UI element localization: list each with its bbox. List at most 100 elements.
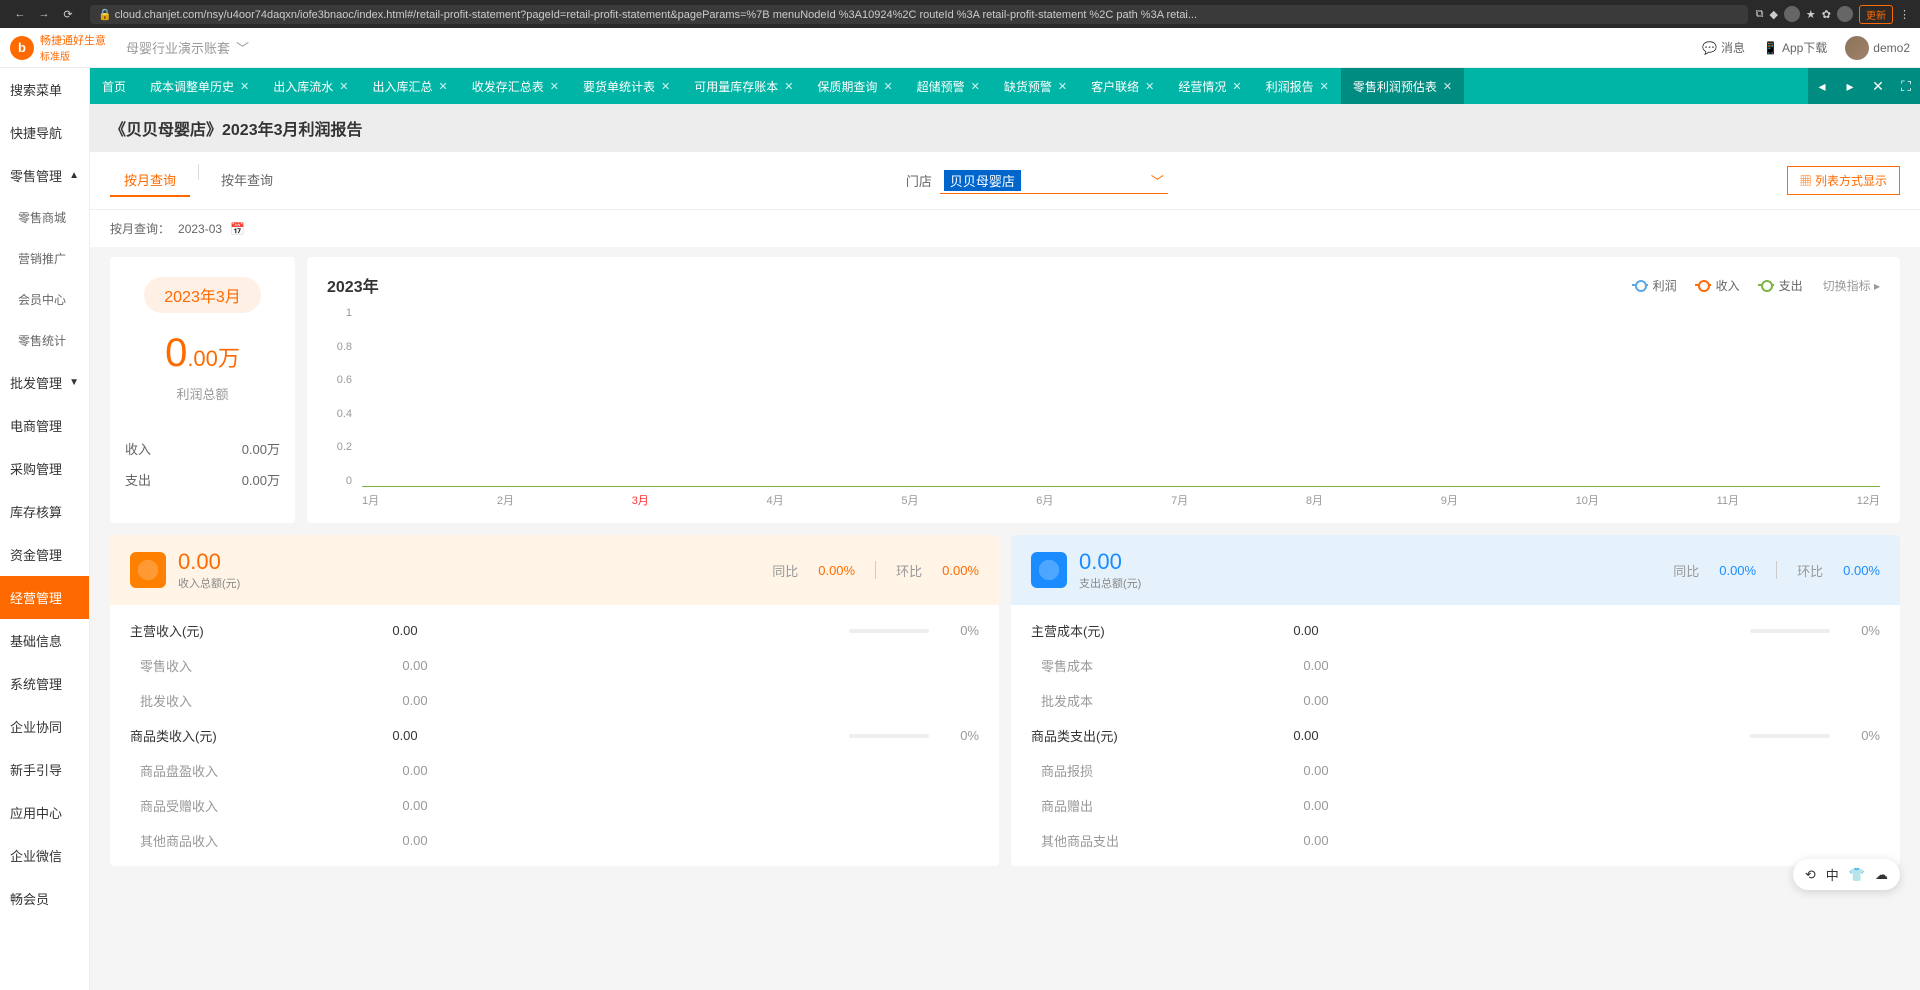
sidebar-item[interactable]: 会员中心: [0, 279, 89, 320]
sidebar-item[interactable]: 零售商城: [0, 197, 89, 238]
detail-row: 商品类收入(元)0.000%: [130, 718, 979, 753]
tab[interactable]: 保质期查询✕: [805, 68, 904, 104]
calendar-icon[interactable]: 📅: [230, 222, 245, 236]
tab[interactable]: 收发存汇总表✕: [460, 68, 571, 104]
sidebar-item[interactable]: 系统管理: [0, 662, 89, 705]
legend-profit[interactable]: 利润: [1632, 277, 1677, 294]
date-filter: 按月查询： 2023-03 📅: [90, 210, 1920, 247]
tab[interactable]: 出入库汇总✕: [360, 68, 459, 104]
float-widget[interactable]: ⟲ 中 👕 ☁: [1793, 859, 1900, 890]
brand-name: 畅捷通好生意: [40, 32, 106, 48]
sidebar-item[interactable]: 零售管理▲: [0, 154, 89, 197]
legend-expense[interactable]: 支出: [1758, 277, 1803, 294]
tab[interactable]: 客户联络✕: [1079, 68, 1166, 104]
sidebar-item[interactable]: 应用中心: [0, 791, 89, 834]
profit-amount: 0.00万: [125, 331, 280, 376]
tabs-close-button[interactable]: ✕: [1864, 68, 1892, 104]
tab[interactable]: 零售利润预估表✕: [1341, 68, 1464, 104]
tab[interactable]: 经营情况✕: [1166, 68, 1253, 104]
shirt-icon[interactable]: 👕: [1849, 867, 1865, 883]
expense-card: 0.00 支出总额(元) 同比 0.00% 环比 0.00% 主营成本(元)0.…: [1011, 535, 1900, 866]
date-value[interactable]: 2023-03: [178, 222, 222, 236]
tab[interactable]: 首页: [90, 68, 138, 104]
expense-amount: 0.00: [1079, 549, 1141, 575]
menu-icon[interactable]: ⋮: [1899, 8, 1910, 21]
tab[interactable]: 超储预警✕: [905, 68, 992, 104]
extension-icon[interactable]: ★: [1806, 8, 1816, 21]
tabs-prev-button[interactable]: ◂: [1808, 68, 1836, 104]
back-button[interactable]: ←: [10, 4, 30, 24]
sidebar-item[interactable]: 电商管理: [0, 404, 89, 447]
period-badge: 2023年3月: [144, 277, 261, 313]
close-icon[interactable]: ✕: [439, 80, 448, 93]
extension-icon[interactable]: ✿: [1822, 8, 1831, 21]
browser-chrome: ← → ⟳ 🔒 cloud.chanjet.com/nsy/u4oor74daq…: [0, 0, 1920, 28]
sidebar-item[interactable]: 零售统计: [0, 320, 89, 361]
detail-row: 其他商品收入0.00: [130, 823, 979, 858]
user-menu[interactable]: demo2: [1845, 36, 1910, 60]
reload-button[interactable]: ⟳: [58, 4, 78, 24]
chevron-down-icon: ﹀: [236, 38, 249, 57]
sidebar-item[interactable]: 营销推广: [0, 238, 89, 279]
filter-monthly-tab[interactable]: 按月查询: [110, 164, 190, 197]
extension-icon[interactable]: ⧉: [1756, 8, 1764, 21]
download-link[interactable]: 📱App下载: [1763, 39, 1827, 56]
sidebar-item[interactable]: 搜索菜单: [0, 68, 89, 111]
detail-row: 主营成本(元)0.000%: [1031, 613, 1880, 648]
sidebar-item[interactable]: 基础信息: [0, 619, 89, 662]
close-icon[interactable]: ✕: [550, 80, 559, 93]
close-icon[interactable]: ✕: [240, 80, 249, 93]
sidebar-item[interactable]: 快捷导航: [0, 111, 89, 154]
store-selector[interactable]: 门店 贝贝母婴店﹀: [906, 168, 1168, 194]
sidebar-item[interactable]: 经营管理: [0, 576, 89, 619]
sidebar-item[interactable]: 企业微信: [0, 834, 89, 877]
logo-icon: b: [10, 36, 34, 60]
close-icon[interactable]: ✕: [339, 80, 348, 93]
profit-label: 利润总额: [125, 384, 280, 403]
account-selector[interactable]: 母婴行业演示账套﹀: [126, 38, 249, 57]
forward-button[interactable]: →: [34, 4, 54, 24]
sidebar-item[interactable]: 采购管理: [0, 447, 89, 490]
sidebar-item[interactable]: 库存核算: [0, 490, 89, 533]
extension-icon[interactable]: [1784, 6, 1800, 22]
close-icon[interactable]: ✕: [1058, 80, 1067, 93]
close-icon[interactable]: ✕: [1145, 80, 1154, 93]
tab[interactable]: 要货单统计表✕: [571, 68, 682, 104]
close-icon[interactable]: ✕: [1320, 80, 1329, 93]
url-bar[interactable]: 🔒 cloud.chanjet.com/nsy/u4oor74daqxn/iof…: [90, 5, 1748, 24]
sidebar-item[interactable]: 企业协同: [0, 705, 89, 748]
tabs-expand-button[interactable]: ⛶: [1892, 68, 1920, 104]
cloud-icon[interactable]: ☁: [1875, 867, 1888, 883]
filter-yearly-tab[interactable]: 按年查询: [207, 164, 287, 197]
extension-icon[interactable]: ◆: [1769, 8, 1777, 21]
close-icon[interactable]: ✕: [883, 80, 892, 93]
list-view-button[interactable]: ▦ 列表方式显示: [1787, 166, 1900, 195]
chart-legend: 利润 收入 支出: [1632, 277, 1803, 294]
tab[interactable]: 出入库流水✕: [261, 68, 360, 104]
close-icon[interactable]: ✕: [661, 80, 670, 93]
expense-icon: [1031, 552, 1067, 588]
sidebar-item[interactable]: 新手引导: [0, 748, 89, 791]
logo[interactable]: b 畅捷通好生意 标准版: [10, 32, 106, 63]
detail-row: 商品赠出0.00: [1031, 788, 1880, 823]
reload-icon[interactable]: ⟲: [1805, 867, 1816, 883]
switch-metric-link[interactable]: 切换指标 ▸: [1823, 277, 1880, 294]
tab[interactable]: 利润报告✕: [1254, 68, 1341, 104]
message-link[interactable]: 💬消息: [1702, 39, 1745, 56]
tab[interactable]: 成本调整单历史✕: [138, 68, 261, 104]
close-icon[interactable]: ✕: [1443, 80, 1452, 93]
sidebar-item[interactable]: 批发管理▼: [0, 361, 89, 404]
message-icon: 💬: [1702, 41, 1717, 55]
sidebar-item[interactable]: 资金管理: [0, 533, 89, 576]
close-icon[interactable]: ✕: [971, 80, 980, 93]
sidebar-item[interactable]: 畅会员: [0, 877, 89, 920]
tabs-next-button[interactable]: ▸: [1836, 68, 1864, 104]
tab[interactable]: 可用量库存账本✕: [682, 68, 805, 104]
tab[interactable]: 缺货预警✕: [992, 68, 1079, 104]
refresh-button[interactable]: 更新: [1859, 5, 1893, 24]
avatar: [1845, 36, 1869, 60]
legend-income[interactable]: 收入: [1695, 277, 1740, 294]
profile-icon[interactable]: [1837, 6, 1853, 22]
close-icon[interactable]: ✕: [784, 80, 793, 93]
close-icon[interactable]: ✕: [1232, 80, 1241, 93]
